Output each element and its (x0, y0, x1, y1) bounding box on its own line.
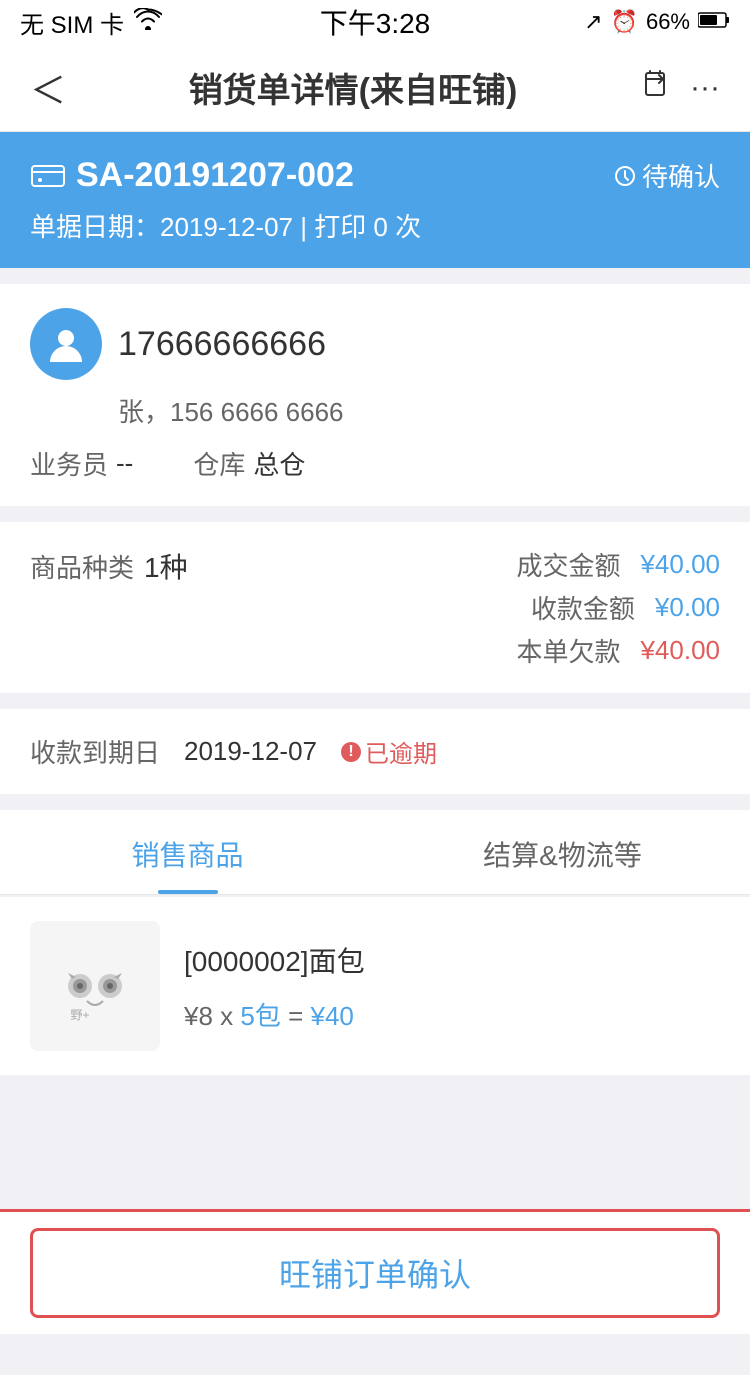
product-info: [0000002]面包 ¥8 x 5包 = ¥40 (184, 940, 720, 1033)
order-header-card: SA-20191207-002 待确认 单据日期：2019-12-07 | 打印… (0, 132, 750, 268)
customer-row: 17666666666 (30, 308, 720, 380)
salesperson-label: 业务员 (30, 445, 108, 482)
warehouse-label: 仓库 (193, 445, 245, 482)
battery-text: 66% (646, 9, 690, 35)
overdue-badge: ! 已逾期 (341, 734, 437, 769)
avatar (30, 308, 102, 380)
warehouse-item: 仓库 总仓 (193, 445, 305, 482)
product-name: [0000002]面包 (184, 940, 720, 980)
tabs-section: 销售商品 结算&物流等 (0, 810, 750, 895)
wifi-icon (134, 8, 162, 37)
confirm-button-label: 旺铺订单确认 (279, 1250, 471, 1296)
deal-amount-label: 成交金额 (516, 546, 620, 583)
due-row: 收款到期日 2019-12-07 ! 已逾期 (30, 733, 720, 770)
summary-left: 商品种类 1种 (30, 546, 188, 586)
warehouse-value: 总仓 (253, 445, 305, 482)
status-right: ↗ ⏰ 66% (584, 9, 730, 35)
balance-item: 本单欠款 ¥40.00 (516, 632, 720, 669)
summary-right: 成交金额 ¥40.00 收款金额 ¥0.00 本单欠款 ¥40.00 (516, 546, 720, 669)
status-time: 下午3:28 (320, 2, 431, 42)
order-status: 待确认 (614, 157, 720, 194)
nav-bar: ＜ 销货单详情(来自旺铺) ··· (0, 44, 750, 132)
more-icon[interactable]: ··· (690, 71, 720, 105)
price-quantity: 5包 (240, 1001, 280, 1031)
product-price: ¥8 x 5包 = ¥40 (184, 996, 720, 1033)
status-left: 无 SIM 卡 (20, 5, 162, 40)
customer-name: 张，156 6666 6666 (30, 392, 720, 429)
summary-row: 商品种类 1种 成交金额 ¥40.00 收款金额 ¥0.00 本单欠款 ¥40.… (30, 546, 720, 669)
overdue-text: 已逾期 (365, 734, 437, 769)
price-equals: = (288, 1001, 303, 1031)
due-date: 2019-12-07 (184, 736, 317, 767)
balance-label: 本单欠款 (516, 632, 620, 669)
tab-products[interactable]: 销售商品 (0, 810, 375, 894)
meta-row: 业务员 -- 仓库 总仓 (30, 445, 720, 482)
page-title: 销货单详情(来自旺铺) (189, 63, 518, 112)
status-text: 待确认 (642, 157, 720, 194)
product-thumbnail: 野+ (30, 921, 160, 1051)
order-date: 单据日期：2019-12-07 | 打印 0 次 (30, 207, 720, 244)
product-type-label: 商品种类 (30, 548, 134, 585)
tab-settlement[interactable]: 结算&物流等 (375, 810, 750, 894)
carrier-text: 无 SIM 卡 (20, 5, 124, 40)
order-id: SA-20191207-002 (30, 156, 354, 195)
battery-icon (698, 9, 730, 35)
back-button[interactable]: ＜ (30, 62, 66, 114)
deal-amount-item: 成交金额 ¥40.00 (516, 546, 720, 583)
deal-amount-value: ¥40.00 (640, 549, 720, 580)
salesperson-value: -- (116, 448, 133, 479)
received-amount-label: 收款金额 (531, 589, 635, 626)
salesperson-item: 业务员 -- (30, 445, 133, 482)
overdue-dot-icon: ! (341, 742, 361, 762)
balance-value: ¥40.00 (640, 635, 720, 666)
svg-text:野+: 野+ (70, 1008, 89, 1021)
alarm-icon: ⏰ (611, 9, 638, 35)
due-label: 收款到期日 (30, 733, 160, 770)
price-formula: ¥8 x (184, 1001, 233, 1031)
status-bar: 无 SIM 卡 下午3:28 ↗ ⏰ 66% (0, 0, 750, 44)
customer-phone: 17666666666 (118, 325, 326, 364)
share-icon[interactable] (640, 69, 670, 107)
due-section: 收款到期日 2019-12-07 ! 已逾期 (0, 709, 750, 794)
bottom-bar: 旺铺订单确认 (0, 1209, 750, 1334)
location-icon: ↗ (584, 9, 602, 35)
received-amount-item: 收款金额 ¥0.00 (531, 589, 720, 626)
nav-actions: ··· (640, 69, 720, 107)
order-header-top: SA-20191207-002 待确认 (30, 156, 720, 195)
summary-section: 商品种类 1种 成交金额 ¥40.00 收款金额 ¥0.00 本单欠款 ¥40.… (0, 522, 750, 693)
price-total: ¥40 (311, 1001, 354, 1031)
confirm-order-button[interactable]: 旺铺订单确认 (30, 1228, 720, 1318)
product-item: 野+ [0000002]面包 ¥8 x 5包 = ¥40 (30, 921, 720, 1051)
received-amount-value: ¥0.00 (655, 592, 720, 623)
product-section: 野+ [0000002]面包 ¥8 x 5包 = ¥40 (0, 897, 750, 1075)
product-type-value: 1种 (144, 546, 188, 586)
customer-section: 17666666666 张，156 6666 6666 业务员 -- 仓库 总仓 (0, 284, 750, 506)
